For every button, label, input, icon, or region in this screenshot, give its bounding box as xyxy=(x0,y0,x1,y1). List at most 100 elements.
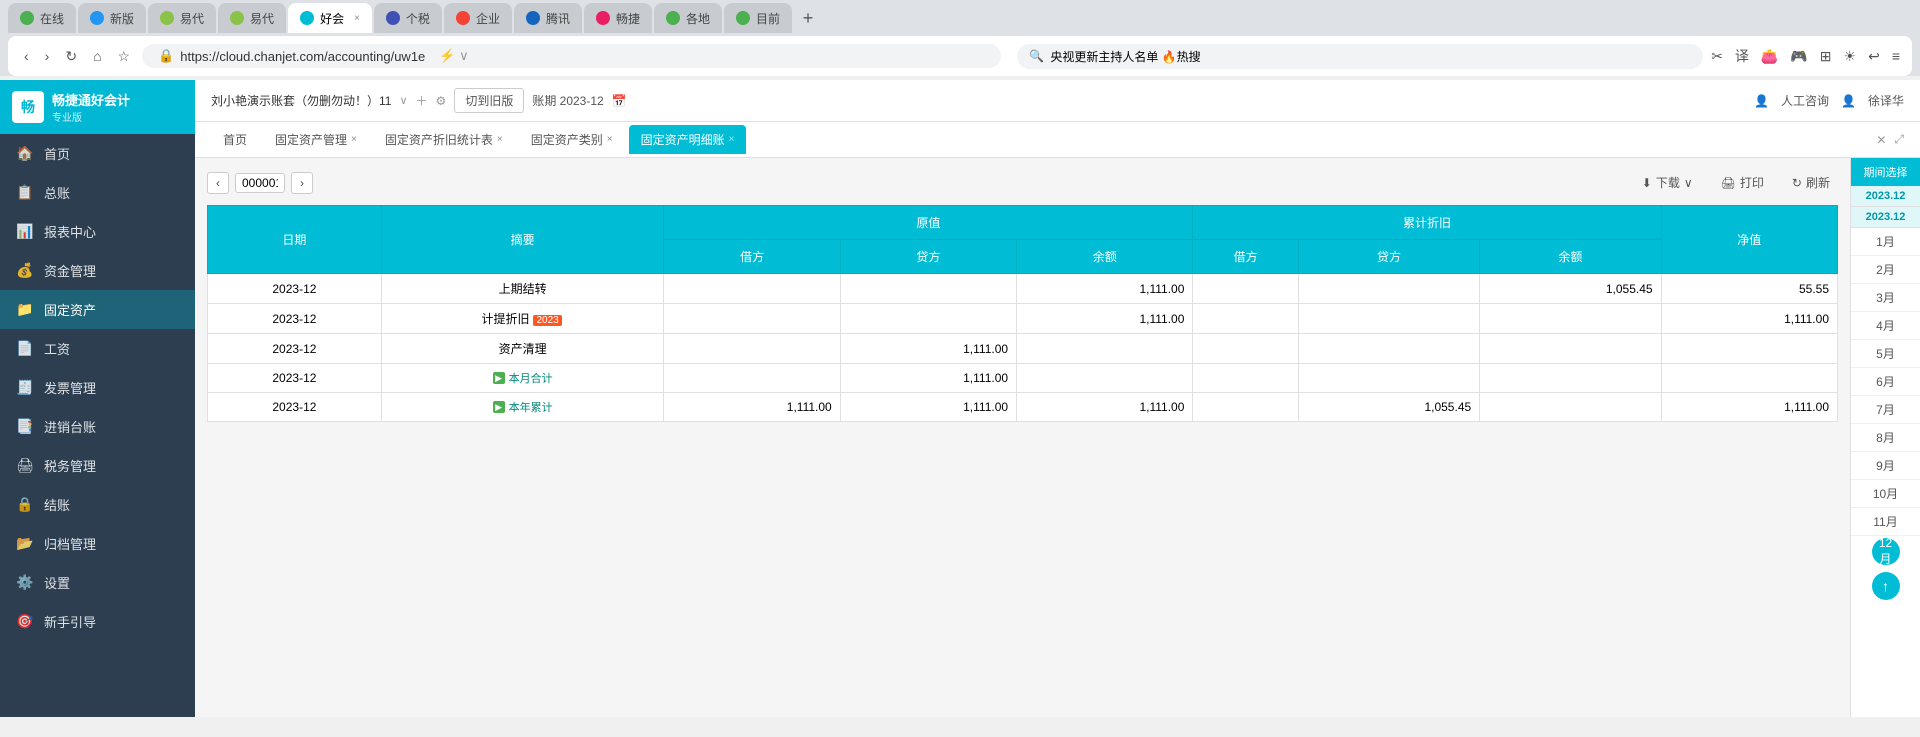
new-tab-button[interactable]: + xyxy=(794,4,822,32)
browser-tab-gedi[interactable]: 各地 xyxy=(654,3,722,33)
tab-asset-detail-ledger[interactable]: 固定资产明细账 × xyxy=(629,125,747,154)
back-button[interactable]: ‹ xyxy=(20,46,33,66)
sidebar-item-closing[interactable]: 🔒 结账 xyxy=(0,485,195,524)
tab-close-icon[interactable]: × xyxy=(497,134,503,145)
search-bar[interactable]: 🔍 央视更新主持人名单 🔥热搜 xyxy=(1017,44,1703,69)
period-month-item[interactable]: 2月 xyxy=(1851,256,1920,284)
tab-label: 固定资产折旧统计表 xyxy=(385,131,493,148)
period-month-item[interactable]: 1月 xyxy=(1851,228,1920,256)
period-month-item[interactable]: 3月 xyxy=(1851,284,1920,312)
sidebar-item-funds[interactable]: 💰 资金管理 xyxy=(0,251,195,290)
invoice-icon: 🧾 xyxy=(16,379,34,397)
browser-tab-geshui[interactable]: 个税 xyxy=(374,3,442,33)
sidebar-item-tax[interactable]: 🖨 税务管理 xyxy=(0,446,195,485)
period-month-item[interactable]: 4月 xyxy=(1851,312,1920,340)
browser-tab-haohui[interactable]: 好会 × xyxy=(288,3,372,33)
period-up-button[interactable]: ↑ xyxy=(1872,572,1900,600)
browser-tab-changjie[interactable]: 畅捷 xyxy=(584,3,652,33)
page-number-input[interactable] xyxy=(235,173,285,193)
tab-fixed-asset-mgmt[interactable]: 固定资产管理 × xyxy=(263,125,369,154)
refresh-button[interactable]: ↻ 刷新 xyxy=(1784,170,1838,195)
period-month-item[interactable]: 5月 xyxy=(1851,340,1920,368)
sidebar-item-home[interactable]: 🏠 首页 xyxy=(0,134,195,173)
calendar-icon[interactable]: 📅 xyxy=(612,94,627,108)
browser-tab-qiye[interactable]: 企业 xyxy=(444,3,512,33)
forward-button[interactable]: › xyxy=(41,46,54,66)
sidebar-item-label: 总账 xyxy=(44,183,70,202)
browser-tab-new[interactable]: 新版 xyxy=(78,3,146,33)
period-month-item[interactable]: 6月 xyxy=(1851,368,1920,396)
tab-favicon xyxy=(526,11,540,25)
game-icon[interactable]: 🎮 xyxy=(1790,48,1807,65)
close-tab-icon[interactable]: ✕ xyxy=(1876,133,1886,147)
settings-company-icon[interactable]: ⚙ xyxy=(436,94,447,108)
tab-favicon xyxy=(596,11,610,25)
period-month-item[interactable]: 12月 xyxy=(1872,538,1900,566)
tab-home[interactable]: 首页 xyxy=(211,125,259,154)
sun-icon[interactable]: ☀ xyxy=(1844,48,1857,65)
url-bar[interactable]: 🔒 https://cloud.chanjet.com/accounting/u… xyxy=(142,44,1001,68)
tab-close-icon[interactable]: × xyxy=(351,134,357,145)
url-text: https://cloud.chanjet.com/accounting/uw1… xyxy=(180,49,425,64)
table-row-orig-balance: 1,111.00 xyxy=(1017,393,1193,422)
switch-version-button[interactable]: 切到旧版 xyxy=(454,88,524,113)
table-row-orig-balance: 1,111.00 xyxy=(1017,304,1193,334)
sidebar-item-label: 结账 xyxy=(44,495,70,514)
user-label[interactable]: 徐译华 xyxy=(1868,92,1904,109)
tab-depreciation-stats[interactable]: 固定资产折旧统计表 × xyxy=(373,125,515,154)
period-month-item[interactable]: 7月 xyxy=(1851,396,1920,424)
period-date-2[interactable]: 2023.12 xyxy=(1851,207,1920,228)
sidebar-item-label: 归档管理 xyxy=(44,534,96,553)
grid-icon[interactable]: ⊞ xyxy=(1820,48,1832,65)
sidebar: 畅 畅捷通好会计 专业版 🏠 首页 📋 总账 📊 报表中心 💰 资金管理 xyxy=(0,80,195,717)
add-company-icon[interactable]: ＋ xyxy=(416,92,428,109)
tab-label: 个税 xyxy=(406,10,430,27)
period-date-1[interactable]: 2023.12 xyxy=(1851,186,1920,207)
tab-close-icon[interactable]: × xyxy=(354,13,360,24)
tab-close-icon[interactable]: × xyxy=(607,134,613,145)
expand-icon[interactable]: ⤢ xyxy=(1894,132,1904,147)
browser-tab-muqian[interactable]: 目前 xyxy=(724,3,792,33)
sidebar-item-fixed-assets[interactable]: 📁 固定资产 xyxy=(0,290,195,329)
support-label[interactable]: 人工咨询 xyxy=(1781,92,1829,109)
sidebar-item-purchase-sales[interactable]: 📑 进销台账 xyxy=(0,407,195,446)
period-month-item[interactable]: 8月 xyxy=(1851,424,1920,452)
col-orig-debit-header: 借方 xyxy=(664,240,840,274)
sidebar-item-payroll[interactable]: 📄 工资 xyxy=(0,329,195,368)
tab-favicon xyxy=(386,11,400,25)
tab-close-icon[interactable]: × xyxy=(729,134,735,145)
menu-icon[interactable]: ≡ xyxy=(1892,48,1900,64)
browser-tab-tengxun[interactable]: 腾讯 xyxy=(514,3,582,33)
dropdown-icon: ∨ xyxy=(1684,176,1693,190)
browser-chrome: 在线 新版 易代 易代 好会 × 个税 企业 腾讯 xyxy=(0,0,1920,76)
sidebar-item-settings[interactable]: ⚙️ 设置 xyxy=(0,563,195,602)
bookmark-button[interactable]: ☆ xyxy=(114,46,135,67)
sidebar-item-general-ledger[interactable]: 📋 总账 xyxy=(0,173,195,212)
browser-tab-yidai2[interactable]: 易代 xyxy=(218,3,286,33)
period-month-item[interactable]: 11月 xyxy=(1851,508,1920,536)
tab-asset-category[interactable]: 固定资产类别 × xyxy=(519,125,625,154)
browser-tab-yidai1[interactable]: 易代 xyxy=(148,3,216,33)
sidebar-item-label: 税务管理 xyxy=(44,456,96,475)
browser-toolbar: ✂ 译 👛 🎮 ⊞ ☀ ↩ ≡ xyxy=(1711,46,1900,66)
table-row-depr-debit xyxy=(1193,304,1298,334)
page-next-button[interactable]: › xyxy=(291,172,313,194)
period-month-item[interactable]: 9月 xyxy=(1851,452,1920,480)
period-month-item[interactable]: 10月 xyxy=(1851,480,1920,508)
sidebar-item-guide[interactable]: 🎯 新手引导 xyxy=(0,602,195,641)
translate-icon[interactable]: 译 xyxy=(1735,46,1749,66)
page-prev-button[interactable]: ‹ xyxy=(207,172,229,194)
home-button[interactable]: ⌂ xyxy=(89,46,105,66)
wallet-icon[interactable]: 👛 xyxy=(1761,48,1778,65)
print-button[interactable]: 🖨 打印 xyxy=(1713,170,1772,195)
sidebar-item-archive[interactable]: 📂 归档管理 xyxy=(0,524,195,563)
sidebar-item-invoice[interactable]: 🧾 发票管理 xyxy=(0,368,195,407)
browser-tab-online[interactable]: 在线 xyxy=(8,3,76,33)
browser-icons: ⚡ ∨ xyxy=(439,48,468,64)
refresh-button[interactable]: ↻ xyxy=(61,46,81,67)
dropdown-icon[interactable]: ∨ xyxy=(399,94,407,107)
undo-icon[interactable]: ↩ xyxy=(1868,48,1880,65)
sidebar-item-reports[interactable]: 📊 报表中心 xyxy=(0,212,195,251)
scissors-icon[interactable]: ✂ xyxy=(1711,48,1723,65)
download-button[interactable]: ⬇ 下载 ∨ xyxy=(1634,170,1701,195)
